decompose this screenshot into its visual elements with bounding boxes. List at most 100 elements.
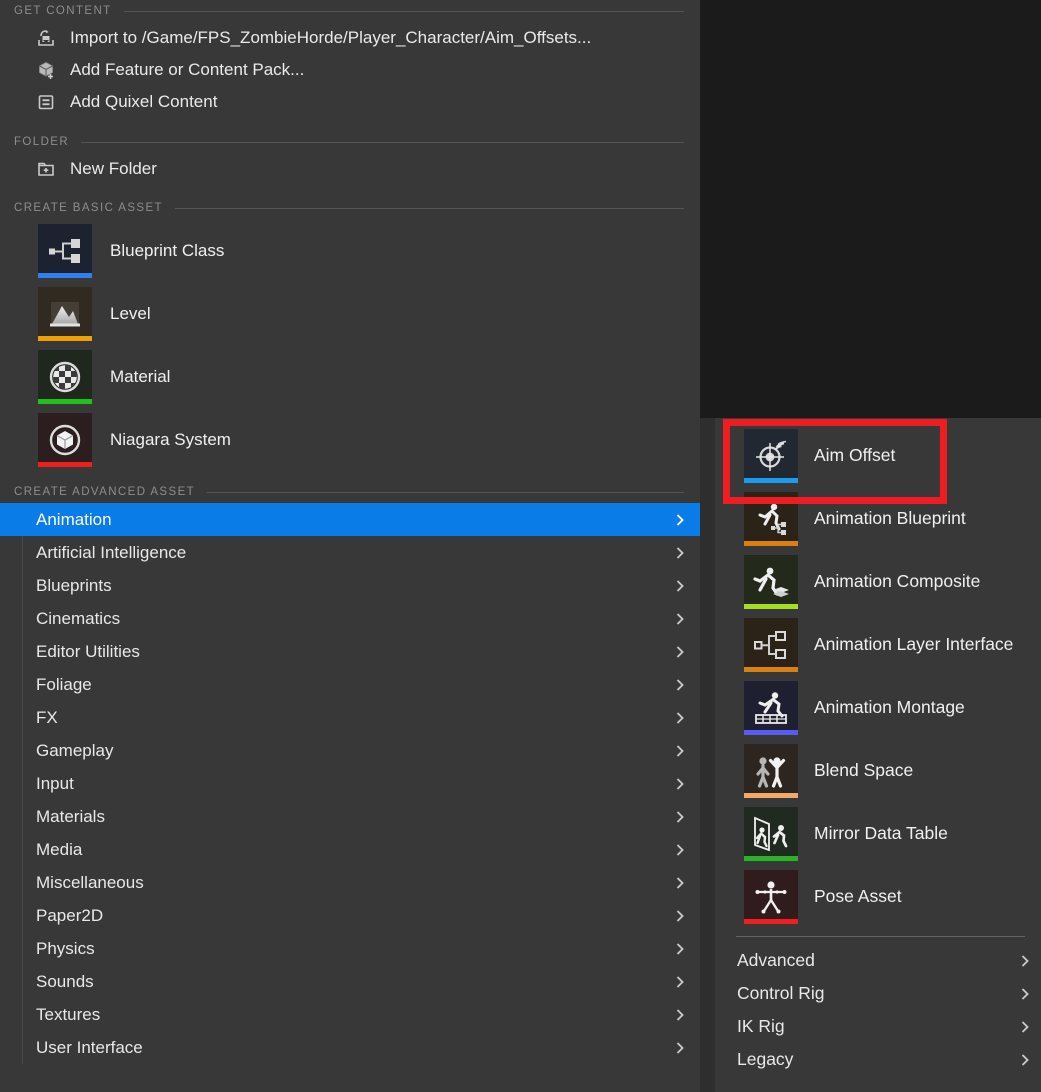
submenu-item-label: IK Rig <box>737 1016 785 1036</box>
submenu-item-label: Textures <box>36 1004 101 1024</box>
sidebar-item-editor-utilities[interactable]: Editor Utilities <box>0 635 700 668</box>
sidebar-item-user-interface[interactable]: User Interface <box>0 1031 700 1064</box>
asset-item-pose-asset[interactable]: Pose Asset <box>715 865 1041 928</box>
menu-item-add-quixel-content[interactable]: Add Quixel Content <box>0 86 700 118</box>
chevron-right-icon <box>674 843 686 857</box>
asset-item-aim-offset[interactable]: Aim Offset <box>715 424 1041 487</box>
chevron-right-icon <box>674 645 686 659</box>
sidebar-item-foliage[interactable]: Foliage <box>0 668 700 701</box>
asset-item-blend-space[interactable]: Blend Space <box>715 739 1041 802</box>
asset-item-label: Niagara System <box>110 429 231 449</box>
asset-item-animation-montage[interactable]: Animation Montage <box>715 676 1041 739</box>
sidebar-item-fx[interactable]: FX <box>0 701 700 734</box>
sidebar-item-input[interactable]: Input <box>0 767 700 800</box>
asset-item-label: Animation Composite <box>814 571 981 591</box>
tile-color-bar <box>744 792 798 798</box>
asset-item-material[interactable]: Material <box>0 345 700 408</box>
menu-item-label: New Folder <box>70 159 157 178</box>
asset-item-label: Blueprint Class <box>110 240 225 260</box>
tile-color-bar <box>744 729 798 735</box>
menu-item-label: Add Quixel Content <box>70 92 218 111</box>
pose-asset-icon <box>744 869 798 924</box>
section-rule <box>207 491 684 493</box>
sidebar-item-gameplay[interactable]: Gameplay <box>0 734 700 767</box>
section-header-create-basic-asset: CREATE BASIC ASSET <box>0 197 700 219</box>
section-rule <box>81 141 684 143</box>
submenu-item-control-rig[interactable]: Control Rig <box>715 977 1041 1010</box>
animation-layer-interface-icon <box>744 617 798 672</box>
tile-color-bar <box>38 461 92 467</box>
asset-item-blueprint-class[interactable]: Blueprint Class <box>0 219 700 282</box>
asset-item-niagara-system[interactable]: Niagara System <box>0 408 700 471</box>
section-title: CREATE ADVANCED ASSET <box>14 486 196 498</box>
chevron-right-icon <box>674 546 686 560</box>
chevron-right-icon <box>674 975 686 989</box>
submenu-item-legacy[interactable]: Legacy <box>715 1043 1041 1076</box>
chevron-right-icon <box>674 513 686 527</box>
sidebar-item-media[interactable]: Media <box>0 833 700 866</box>
submenu-item-label: Paper2D <box>36 905 104 925</box>
asset-item-animation-blueprint[interactable]: Animation Blueprint <box>715 487 1041 550</box>
asset-item-label: Animation Blueprint <box>814 508 966 528</box>
chevron-right-icon <box>674 678 686 692</box>
add-feature-pack-icon <box>36 60 56 80</box>
new-folder-icon <box>36 159 56 179</box>
sidebar-item-cinematics[interactable]: Cinematics <box>0 602 700 635</box>
asset-item-label: Mirror Data Table <box>814 823 948 843</box>
submenu-item-advanced[interactable]: Advanced <box>715 944 1041 977</box>
submenu-item-label: Legacy <box>737 1049 794 1069</box>
submenu-item-label: FX <box>36 707 58 727</box>
submenu-item-label: Materials <box>36 806 105 826</box>
sidebar-item-textures[interactable]: Textures <box>0 998 700 1031</box>
sidebar-item-sounds[interactable]: Sounds <box>0 965 700 998</box>
chevron-right-icon <box>674 777 686 791</box>
submenu-item-label: Advanced <box>737 950 815 970</box>
tile-color-bar <box>38 335 92 341</box>
submenu-item-label: Physics <box>36 938 95 958</box>
section-rule <box>123 10 684 12</box>
section-header-folder: FOLDER <box>0 131 700 153</box>
blueprint-class-icon <box>38 223 92 278</box>
menu-item-label: Import to /Game/FPS_ZombieHorde/Player_C… <box>70 28 592 47</box>
submenu-item-label: Input <box>36 773 74 793</box>
section-header-get-content: GET CONTENT <box>0 0 700 22</box>
asset-item-mirror-data-table[interactable]: Mirror Data Table <box>715 802 1041 865</box>
animation-submenu-panel: Aim Offset Animation Blueprint Animation… <box>715 418 1041 1092</box>
sidebar-item-physics[interactable]: Physics <box>0 932 700 965</box>
asset-item-animation-layer-interface[interactable]: Animation Layer Interface <box>715 613 1041 676</box>
chevron-right-icon <box>1019 954 1031 968</box>
submenu-item-label: Editor Utilities <box>36 641 140 661</box>
sidebar-item-artificial-intelligence[interactable]: Artificial Intelligence <box>0 536 700 569</box>
editor-backdrop <box>700 0 1041 418</box>
animation-blueprint-icon <box>744 491 798 546</box>
sidebar-item-blueprints[interactable]: Blueprints <box>0 569 700 602</box>
menu-item-import[interactable]: Import to /Game/FPS_ZombieHorde/Player_C… <box>0 22 700 54</box>
asset-item-level[interactable]: Level <box>0 282 700 345</box>
submenu-item-label: Blueprints <box>36 575 112 595</box>
menu-item-label: Add Feature or Content Pack... <box>70 60 305 79</box>
chevron-right-icon <box>674 876 686 890</box>
chevron-right-icon <box>1019 1053 1031 1067</box>
sidebar-item-animation[interactable]: Animation <box>0 503 700 536</box>
submenu-item-ik-rig[interactable]: IK Rig <box>715 1010 1041 1043</box>
asset-item-animation-composite[interactable]: Animation Composite <box>715 550 1041 613</box>
section-header-create-advanced-asset: CREATE ADVANCED ASSET <box>0 481 700 503</box>
sidebar-item-materials[interactable]: Materials <box>0 800 700 833</box>
mirror-data-table-icon <box>744 806 798 861</box>
tile-color-bar <box>38 398 92 404</box>
tile-color-bar <box>38 272 92 278</box>
section-title: GET CONTENT <box>14 5 112 17</box>
submenu-item-label: Media <box>36 839 83 859</box>
menu-item-add-feature-pack[interactable]: Add Feature or Content Pack... <box>0 54 700 86</box>
sidebar-item-paper2d[interactable]: Paper2D <box>0 899 700 932</box>
section-rule <box>174 207 684 209</box>
add-content-context-menu: GET CONTENT Import to /Game/FPS_ZombieHo… <box>0 0 700 1092</box>
sidebar-item-miscellaneous[interactable]: Miscellaneous <box>0 866 700 899</box>
chevron-right-icon <box>674 744 686 758</box>
chevron-right-icon <box>674 612 686 626</box>
tile-color-bar <box>744 918 798 924</box>
submenu-item-label: Sounds <box>36 971 94 991</box>
menu-item-new-folder[interactable]: New Folder <box>0 153 700 185</box>
tile-color-bar <box>744 666 798 672</box>
submenu-item-label: Miscellaneous <box>36 872 144 892</box>
